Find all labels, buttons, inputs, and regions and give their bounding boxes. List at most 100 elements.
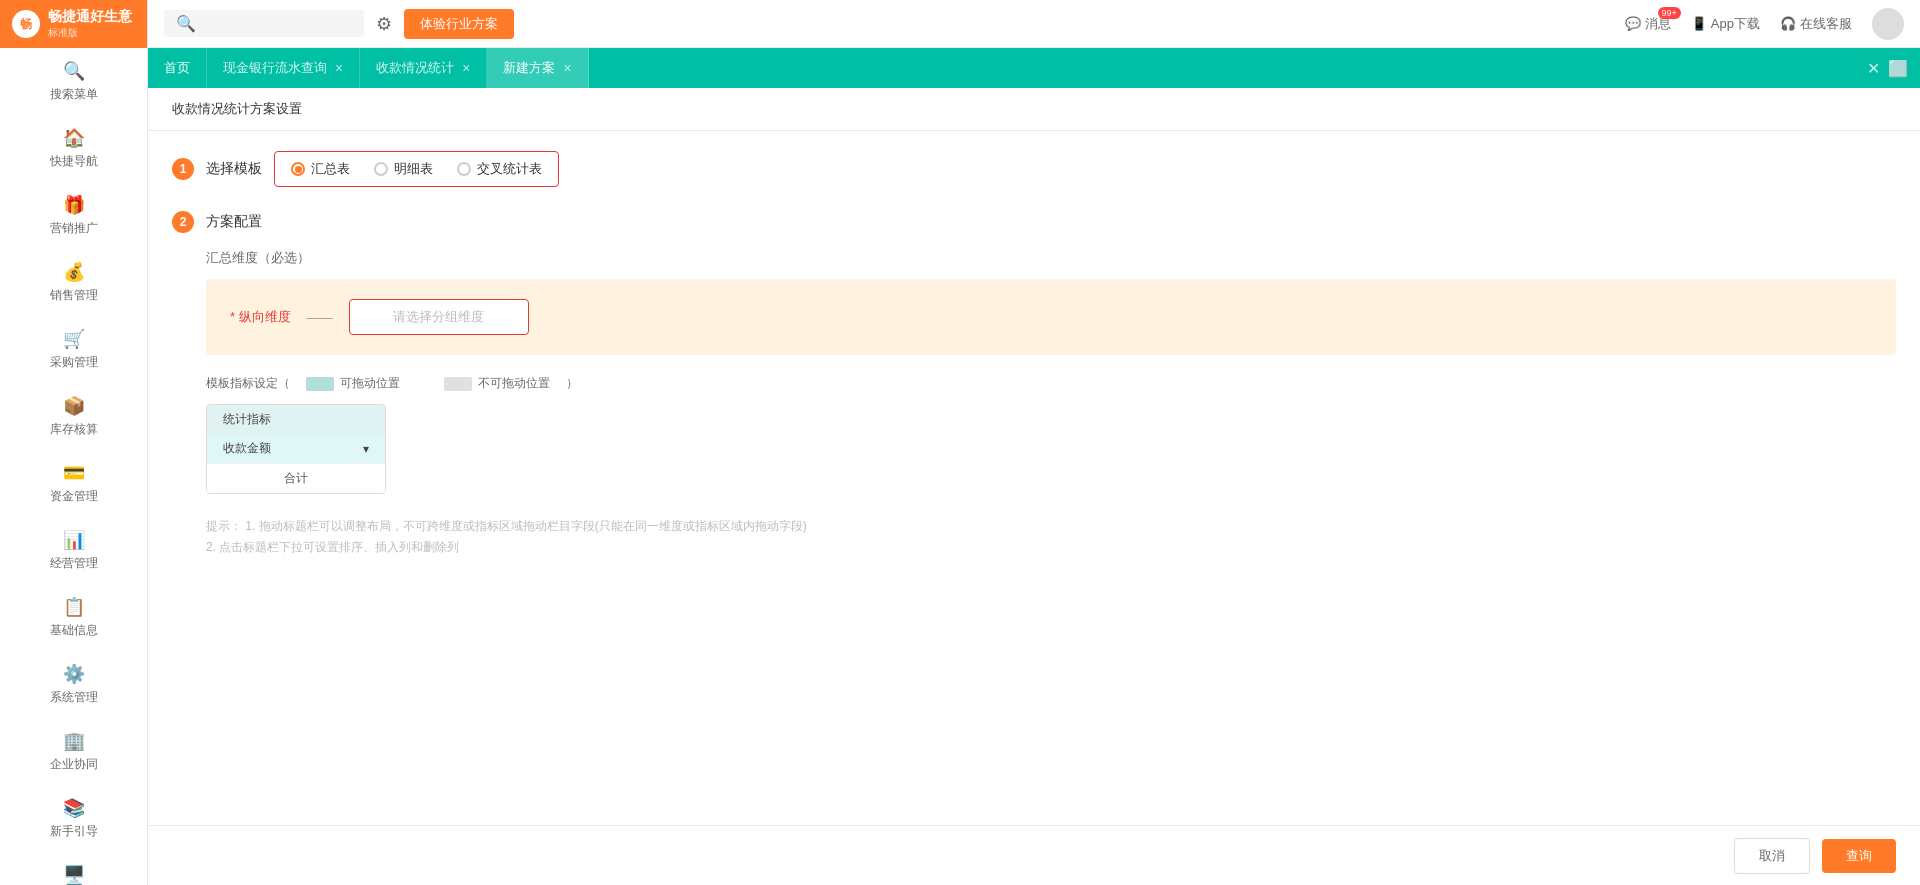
sidebar-item-marketing[interactable]: 🎁 营销推广 (0, 182, 147, 249)
tab-new-plan-label: 新建方案 (503, 59, 555, 77)
message-icon: 💬 (1625, 16, 1641, 31)
sidebar-item-label: 系统管理 (50, 689, 98, 706)
tab-bank[interactable]: 现金银行流水查询 × (207, 48, 360, 88)
step2-section: 2 方案配置 汇总维度（必选） * 纵向维度 —— 请选择分组维度 (172, 211, 1896, 556)
tip-line1: 提示： 1. 拖动标题栏可以调整布局，不可跨维度或指标区域拖动栏目字段(只能在同… (206, 518, 1896, 535)
settings-icon[interactable]: ⚙ (376, 13, 392, 35)
tips-section: 提示： 1. 拖动标题栏可以调整布局，不可跨维度或指标区域拖动栏目字段(只能在同… (206, 518, 1896, 556)
query-button[interactable]: 查询 (1822, 839, 1896, 873)
sidebar-item-label: 新手引导 (50, 823, 98, 840)
page-header: 收款情况统计方案设置 (148, 88, 1920, 131)
option-summary[interactable]: 汇总表 (291, 160, 350, 178)
industry-button[interactable]: 体验行业方案 (404, 9, 514, 39)
tab-collection[interactable]: 收款情况统计 × (360, 48, 487, 88)
sidebar-item-guide[interactable]: 📚 新手引导 (0, 785, 147, 852)
draggable-box (306, 377, 334, 391)
legend-close-paren: ） (566, 375, 578, 392)
legend-fixed: 不可拖动位置 (444, 375, 550, 392)
sidebar-item-search[interactable]: 🔍 搜索菜单 (0, 48, 147, 115)
topbar: 🔍 ⚙ 体验行业方案 💬 消息 99+ 📱 App下载 🎧 在线客服 (148, 0, 1920, 48)
search-box[interactable]: 🔍 (164, 10, 364, 37)
gear-icon: ⚙️ (63, 663, 85, 685)
download-item[interactable]: 📱 App下载 (1691, 15, 1760, 33)
arrow: —— (307, 310, 333, 325)
dimension-area: * 纵向维度 —— 请选择分组维度 (206, 279, 1896, 355)
tab-new-plan[interactable]: 新建方案 × (487, 48, 588, 88)
dimension-row: * 纵向维度 —— 请选择分组维度 (230, 299, 1872, 335)
support-label: 在线客服 (1800, 15, 1852, 33)
step2-badge: 2 (172, 211, 194, 233)
close-window-icon[interactable]: ✕ (1867, 59, 1880, 78)
tab-home[interactable]: 首页 (148, 48, 207, 88)
sidebar-item-operation[interactable]: 📊 经营管理 (0, 517, 147, 584)
sidebar-item-purchase[interactable]: 🛒 采购管理 (0, 316, 147, 383)
download-icon: 📱 (1691, 16, 1707, 31)
legend-draggable-label: 可拖动位置 (340, 375, 400, 392)
column-label: 收款金额 (223, 440, 271, 457)
bottom-bar: 取消 查询 (148, 825, 1920, 885)
sidebar: 畅 畅捷通好生意 标准版 🔍 搜索菜单 🏠 快捷导航 🎁 营销推广 💰 销售管理… (0, 0, 148, 885)
sidebar-item-label: 快捷导航 (50, 153, 98, 170)
sidebar-item-finance[interactable]: 💳 资金管理 (0, 450, 147, 517)
sidebar-item-label: 基础信息 (50, 622, 98, 639)
tab-collection-close[interactable]: × (462, 61, 470, 75)
sidebar-item-label: 采购管理 (50, 354, 98, 371)
step1-section: 1 选择模板 汇总表 明细表 交叉统计表 (172, 151, 1896, 187)
cart-icon: 🛒 (63, 328, 85, 350)
logo-sub: 标准版 (48, 26, 132, 40)
tab-collection-label: 收款情况统计 (376, 59, 454, 77)
support-item[interactable]: 🎧 在线客服 (1780, 15, 1852, 33)
sidebar-item-corp[interactable]: 🏢 企业协同 (0, 718, 147, 785)
column-dropdown-icon[interactable]: ▾ (363, 442, 369, 456)
indicator-total-cell: 合计 (207, 463, 385, 493)
dimension-label: 汇总维度（必选） (206, 249, 1896, 267)
sidebar-item-label: 销售管理 (50, 287, 98, 304)
sidebar-item-system[interactable]: ⚙️ 系统管理 (0, 651, 147, 718)
radio-cross[interactable] (457, 162, 471, 176)
step1-badge: 1 (172, 158, 194, 180)
page-title: 收款情况统计方案设置 (172, 101, 302, 116)
notification-item[interactable]: 💬 消息 99+ (1625, 15, 1671, 33)
table-header-label: 统计指标 (223, 411, 271, 428)
radio-detail[interactable] (374, 162, 388, 176)
home-icon: 🏠 (63, 127, 85, 149)
cancel-button[interactable]: 取消 (1734, 838, 1810, 874)
sidebar-item-inventory[interactable]: 📦 库存核算 (0, 383, 147, 450)
indicator-column-row[interactable]: 收款金额 ▾ (207, 434, 385, 463)
option-cross[interactable]: 交叉统计表 (457, 160, 542, 178)
avatar[interactable] (1872, 8, 1904, 40)
main-area: 🔍 ⚙ 体验行业方案 💬 消息 99+ 📱 App下载 🎧 在线客服 首页 (148, 0, 1920, 885)
sidebar-item-label: 库存核算 (50, 421, 98, 438)
topbar-right: 💬 消息 99+ 📱 App下载 🎧 在线客服 (1625, 8, 1904, 40)
dimension-select[interactable]: 请选择分组维度 (349, 299, 529, 335)
radio-summary[interactable] (291, 162, 305, 176)
page-body: 1 选择模板 汇总表 明细表 交叉统计表 (148, 131, 1920, 825)
box-icon: 📦 (63, 395, 85, 417)
step2-title: 方案配置 (206, 213, 262, 231)
indicator-legend-title: 模板指标设定（ (206, 375, 290, 392)
row-label: * 纵向维度 (230, 308, 291, 326)
content-area: 1 选择模板 汇总表 明细表 交叉统计表 (148, 131, 1920, 825)
gift-icon: 🎁 (63, 194, 85, 216)
search-input[interactable] (204, 17, 344, 31)
maximize-icon[interactable]: ⬜ (1888, 59, 1908, 78)
download-label: App下载 (1711, 15, 1760, 33)
step1-title: 选择模板 (206, 160, 262, 178)
tip-line2: 2. 点击标题栏下拉可设置排序、插入列和删除列 (206, 539, 1896, 556)
sidebar-item-label: 资金管理 (50, 488, 98, 505)
step1-header: 1 选择模板 汇总表 明细表 交叉统计表 (172, 151, 1896, 187)
option-detail[interactable]: 明细表 (374, 160, 433, 178)
sidebar-item-hardware[interactable]: 🖥️ 智能硬件 (0, 852, 147, 885)
tab-bank-close[interactable]: × (335, 61, 343, 75)
option-detail-label: 明细表 (394, 160, 433, 178)
building-icon: 🏢 (63, 730, 85, 752)
sidebar-item-sales[interactable]: 💰 销售管理 (0, 249, 147, 316)
legend-draggable: 可拖动位置 (306, 375, 400, 392)
sidebar-item-nav[interactable]: 🏠 快捷导航 (0, 115, 147, 182)
monitor-icon: 🖥️ (63, 864, 85, 885)
card-icon: 💳 (63, 462, 85, 484)
sidebar-item-basic[interactable]: 📋 基础信息 (0, 584, 147, 651)
book-icon: 📚 (63, 797, 85, 819)
tab-new-plan-close[interactable]: × (563, 61, 571, 75)
tabbar: 首页 现金银行流水查询 × 收款情况统计 × 新建方案 × ✕ ⬜ (148, 48, 1920, 88)
